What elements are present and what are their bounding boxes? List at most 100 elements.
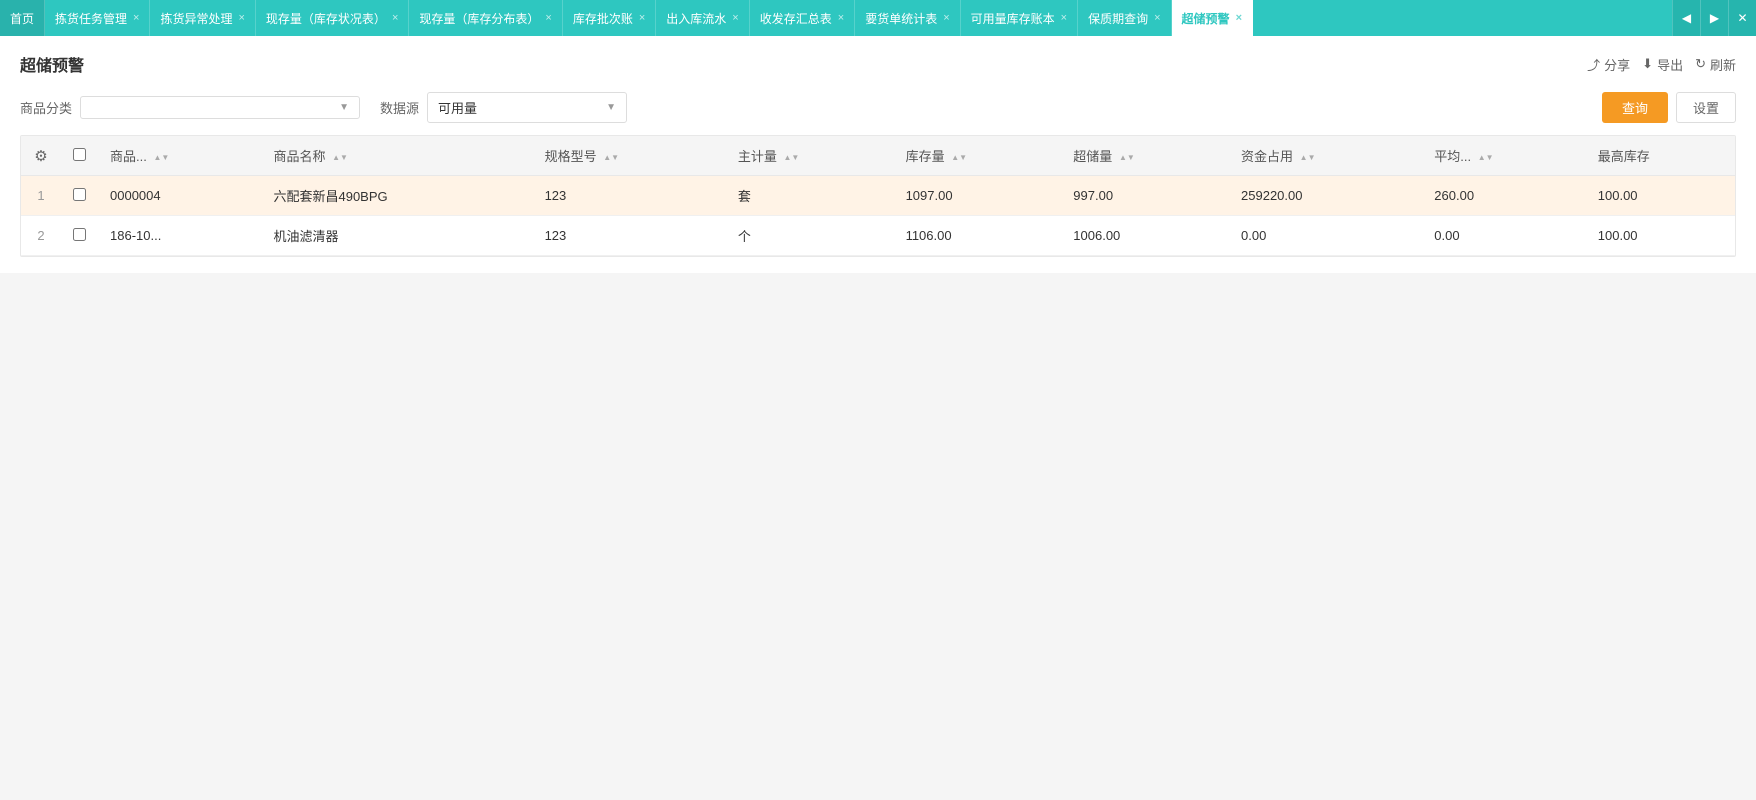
col-max-stock[interactable]: 最高库存: [1586, 136, 1735, 176]
row-checkbox[interactable]: [73, 228, 86, 241]
table-header-row: ⚙ 商品... ▲▼ 商品名称 ▲▼ 规格型号 ▲▼: [21, 136, 1735, 176]
table-row: 1 0000004 六配套新昌490BPG 123 套 1097.00 997.…: [21, 176, 1735, 216]
category-filter: 商品分类 ▼: [20, 96, 360, 119]
sort-icon-product-name: ▲▼: [332, 154, 348, 162]
filter-actions: 查询 设置: [1602, 92, 1736, 123]
select-all-checkbox[interactable]: [73, 148, 86, 161]
sort-icon-stock: ▲▼: [951, 154, 967, 162]
cell-capital: 0.00: [1229, 216, 1422, 256]
export-button[interactable]: ⬇ 导出: [1642, 55, 1683, 74]
close-inout-flow[interactable]: ×: [732, 12, 738, 24]
cell-max-stock: 100.00: [1586, 216, 1735, 256]
col-avg[interactable]: 平均... ▲▼: [1422, 136, 1585, 176]
category-label: 商品分类: [20, 98, 72, 117]
row-index: 1: [21, 176, 61, 216]
table-row: 2 186-10... 机油滤清器 123 个 1106.00 1006.00 …: [21, 216, 1735, 256]
nav-home[interactable]: 首页: [0, 0, 45, 36]
export-icon: ⬇: [1642, 56, 1653, 72]
close-inventory-dist[interactable]: ×: [545, 12, 551, 24]
col-spec[interactable]: 规格型号 ▲▼: [533, 136, 726, 176]
nav-batch[interactable]: 库存批次账 ×: [563, 0, 656, 36]
row-index: 2: [21, 216, 61, 256]
col-unit[interactable]: 主计量 ▲▼: [726, 136, 894, 176]
cell-avg: 260.00: [1422, 176, 1585, 216]
cell-unit: 个: [726, 216, 894, 256]
sort-icon-unit: ▲▼: [783, 154, 799, 162]
share-button[interactable]: ⤴ 分享: [1587, 55, 1630, 74]
datasource-label: 数据源: [380, 98, 419, 117]
close-abnormal[interactable]: ×: [238, 12, 244, 24]
nav-arrow-right[interactable]: ▶: [1700, 0, 1728, 36]
data-table: ⚙ 商品... ▲▼ 商品名称 ▲▼ 规格型号 ▲▼: [20, 135, 1736, 257]
cell-stock: 1106.00: [894, 216, 1062, 256]
close-available-account[interactable]: ×: [1061, 12, 1067, 24]
cell-stock: 1097.00: [894, 176, 1062, 216]
nav-overstock[interactable]: 超储预警 ×: [1172, 0, 1253, 36]
col-settings: ⚙: [21, 136, 61, 176]
page-header: 超储预警 ⤴ 分享 ⬇ 导出 ↻ 刷新: [20, 52, 1736, 76]
sort-icon-capital: ▲▼: [1300, 154, 1316, 162]
nav-inventory-dist[interactable]: 现存量（库存分布表） ×: [409, 0, 562, 36]
col-product-code[interactable]: 商品... ▲▼: [98, 136, 261, 176]
close-overstock[interactable]: ×: [1236, 12, 1242, 24]
page-content: 超储预警 ⤴ 分享 ⬇ 导出 ↻ 刷新 商品分类 ▼ 数据源: [0, 36, 1756, 273]
nav-order-stats[interactable]: 要货单统计表 ×: [855, 0, 960, 36]
row-checkbox[interactable]: [73, 188, 86, 201]
nav-arrow-left[interactable]: ◀: [1672, 0, 1700, 36]
nav-inventory-status[interactable]: 现存量（库存状况表） ×: [256, 0, 409, 36]
gear-icon[interactable]: ⚙: [34, 148, 47, 165]
page-title: 超储预警: [20, 52, 84, 76]
cell-unit: 套: [726, 176, 894, 216]
nav-abnormal[interactable]: 拣货异常处理 ×: [150, 0, 255, 36]
sort-icon-avg: ▲▼: [1478, 154, 1494, 162]
share-icon: ⤴: [1587, 55, 1600, 74]
col-select-all: [61, 136, 98, 176]
category-select[interactable]: ▼: [80, 96, 360, 119]
cell-spec: 123: [533, 216, 726, 256]
datasource-dropdown-icon: ▼: [606, 102, 616, 113]
topbar: 首页 拣货任务管理 × 拣货异常处理 × 现存量（库存状况表） × 现存量（库存…: [0, 0, 1756, 36]
close-quality[interactable]: ×: [1154, 12, 1160, 24]
row-checkbox-cell: [61, 176, 98, 216]
datasource-filter: 数据源 可用量 ▼: [380, 92, 627, 123]
cell-product-name: 机油滤清器: [261, 216, 532, 256]
topbar-right-buttons: ◀ ▶ ✕: [1672, 0, 1756, 36]
col-overstock[interactable]: 超储量 ▲▼: [1061, 136, 1229, 176]
cell-product-code: 0000004: [98, 176, 261, 216]
filter-row: 商品分类 ▼ 数据源 可用量 ▼ 查询 设置: [20, 92, 1736, 123]
cell-product-code: 186-10...: [98, 216, 261, 256]
nav-task-mgmt[interactable]: 拣货任务管理 ×: [45, 0, 150, 36]
cell-overstock: 997.00: [1061, 176, 1229, 216]
cell-spec: 123: [533, 176, 726, 216]
datasource-select[interactable]: 可用量 ▼: [427, 92, 627, 123]
cell-overstock: 1006.00: [1061, 216, 1229, 256]
nav-available-account[interactable]: 可用量库存账本 ×: [961, 0, 1078, 36]
nav-inout-flow[interactable]: 出入库流水 ×: [656, 0, 749, 36]
close-task-mgmt[interactable]: ×: [133, 12, 139, 24]
close-receipt[interactable]: ×: [838, 12, 844, 24]
header-actions: ⤴ 分享 ⬇ 导出 ↻ 刷新: [1587, 55, 1736, 74]
close-batch[interactable]: ×: [639, 12, 645, 24]
col-capital[interactable]: 资金占用 ▲▼: [1229, 136, 1422, 176]
settings-button[interactable]: 设置: [1676, 92, 1736, 123]
col-product-name[interactable]: 商品名称 ▲▼: [261, 136, 532, 176]
sort-icon-product-code: ▲▼: [153, 154, 169, 162]
row-checkbox-cell: [61, 216, 98, 256]
col-stock[interactable]: 库存量 ▲▼: [894, 136, 1062, 176]
datasource-value: 可用量: [438, 98, 477, 117]
close-order-stats[interactable]: ×: [943, 12, 949, 24]
refresh-button[interactable]: ↻ 刷新: [1695, 55, 1736, 74]
cell-max-stock: 100.00: [1586, 176, 1735, 216]
refresh-icon: ↻: [1695, 56, 1706, 72]
nav-receipt[interactable]: 收发存汇总表 ×: [750, 0, 855, 36]
nav-close-all[interactable]: ✕: [1728, 0, 1756, 36]
cell-capital: 259220.00: [1229, 176, 1422, 216]
cell-avg: 0.00: [1422, 216, 1585, 256]
nav-quality[interactable]: 保质期查询 ×: [1078, 0, 1171, 36]
query-button[interactable]: 查询: [1602, 92, 1668, 123]
sort-icon-spec: ▲▼: [603, 154, 619, 162]
cell-product-name: 六配套新昌490BPG: [261, 176, 532, 216]
category-dropdown-icon: ▼: [339, 102, 349, 113]
sort-icon-overstock: ▲▼: [1119, 154, 1135, 162]
close-inventory-status[interactable]: ×: [392, 12, 398, 24]
